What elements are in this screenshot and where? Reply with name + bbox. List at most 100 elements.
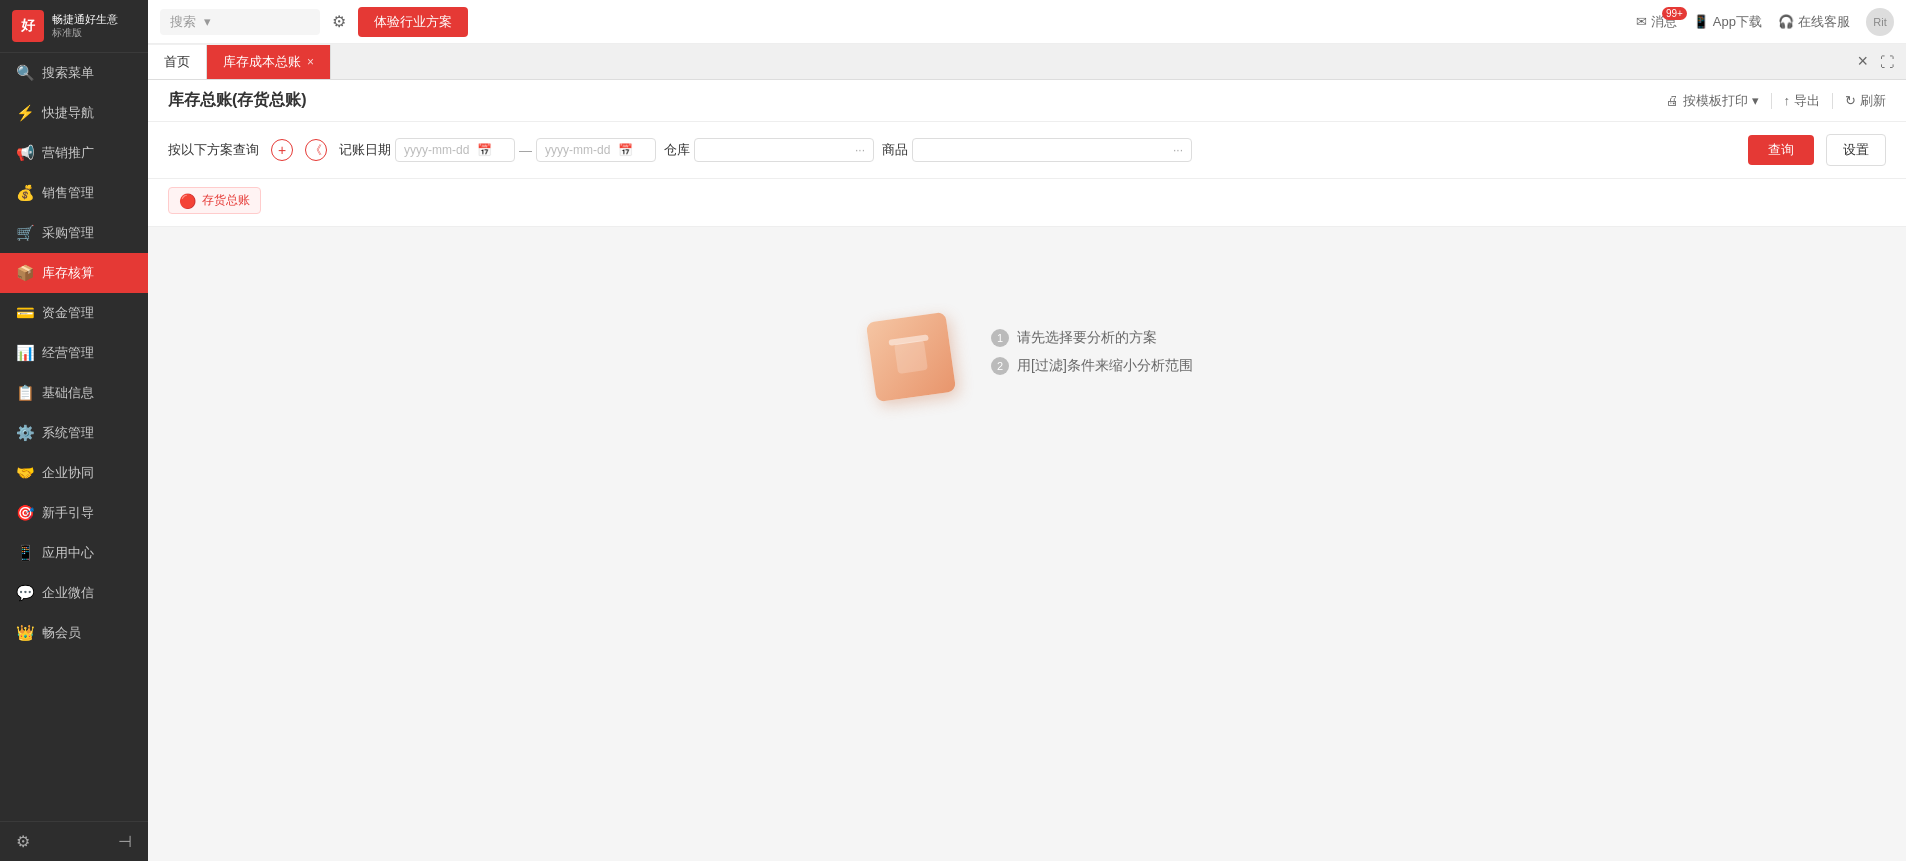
filter-subrow: 🔴 存货总账: [148, 179, 1906, 227]
money-icon: 💰: [16, 184, 34, 202]
online-label: 在线客服: [1798, 13, 1850, 31]
clipboard-icon: 📋: [16, 384, 34, 402]
filter-add-button[interactable]: +: [271, 139, 293, 161]
settings-button[interactable]: 设置: [1826, 134, 1886, 166]
filter-group: 记账日期 yyyy-mm-dd 📅 — yyyy-mm-dd 📅 仓库: [339, 138, 1736, 162]
chat-icon: 💬: [16, 584, 34, 602]
export-btn[interactable]: ↑ 导出: [1784, 92, 1821, 110]
app-label: App下载: [1713, 13, 1762, 31]
filter-bar: 按以下方案查询 + 《 记账日期 yyyy-mm-dd 📅 — yyyy-mm-…: [148, 122, 1906, 179]
tab-inventory-cost[interactable]: 库存成本总账 ×: [207, 45, 331, 79]
target-icon: 🎯: [16, 504, 34, 522]
sidebar-item-apps[interactable]: 📱 应用中心: [0, 533, 148, 573]
export-label: 导出: [1794, 92, 1820, 110]
print-dropdown-icon: ▾: [1752, 93, 1759, 108]
megaphone-icon: 📢: [16, 144, 34, 162]
product-label: 商品: [882, 141, 908, 159]
empty-content: 1 请先选择要分析的方案 2 用[过滤]条件来缩小分析范围: [861, 307, 1193, 407]
tab-inventory-cost-label: 库存成本总账: [223, 53, 301, 71]
query-button[interactable]: 查询: [1748, 135, 1814, 165]
product-filter-field: 商品 ···: [882, 138, 1192, 162]
industry-btn[interactable]: 体验行业方案: [358, 7, 468, 37]
panel-close-button[interactable]: ×: [1853, 51, 1872, 72]
sidebar-item-corp[interactable]: 🤝 企业协同: [0, 453, 148, 493]
logo-badge: 标准版: [52, 26, 118, 40]
msg-icon: ✉: [1636, 14, 1647, 29]
sidebar-footer: ⚙ ⊣: [0, 821, 148, 861]
phone-icon: 📱: [1693, 14, 1709, 29]
sidebar-item-label: 资金管理: [42, 304, 94, 322]
user-avatar[interactable]: Rit: [1866, 8, 1894, 36]
sidebar-item-label: 库存核算: [42, 264, 94, 282]
scheme-tag[interactable]: 🔴 存货总账: [168, 187, 261, 214]
empty-illustration: [861, 307, 961, 407]
sidebar-item-quicknav[interactable]: ⚡ 快捷导航: [0, 93, 148, 133]
topbar-gear-icon[interactable]: ⚙: [332, 12, 346, 31]
refresh-btn[interactable]: ↻ 刷新: [1845, 92, 1886, 110]
sidebar-item-inventory[interactable]: 📦 库存核算: [0, 253, 148, 293]
warehouse-input[interactable]: ···: [694, 138, 874, 162]
date-start-input[interactable]: yyyy-mm-dd 📅: [395, 138, 515, 162]
date-end-placeholder: yyyy-mm-dd: [545, 143, 610, 157]
tab-home-label: 首页: [164, 53, 190, 71]
date-separator: —: [519, 143, 532, 158]
logo-icon: 好: [12, 10, 44, 42]
print-btn[interactable]: 🖨 按模板打印 ▾: [1666, 92, 1759, 110]
export-icon: ↑: [1784, 93, 1791, 108]
msg-btn[interactable]: ✉ 消息 99+: [1636, 13, 1677, 31]
sidebar-item-member[interactable]: 👑 畅会员: [0, 613, 148, 653]
sidebar-item-purchase[interactable]: 🛒 采购管理: [0, 213, 148, 253]
sidebar-item-wechat[interactable]: 💬 企业微信: [0, 573, 148, 613]
product-input[interactable]: ···: [912, 138, 1192, 162]
tab-close-icon[interactable]: ×: [307, 55, 314, 69]
refresh-icon: ↻: [1845, 93, 1856, 108]
chart-icon: 📊: [16, 344, 34, 362]
page-header: 库存总账(存货总账) 🖨 按模板打印 ▾ ↑ 导出 ↻ 刷新: [148, 80, 1906, 122]
date-start-placeholder: yyyy-mm-dd: [404, 143, 469, 157]
sidebar-item-label: 系统管理: [42, 424, 94, 442]
cart-icon: 🛒: [16, 224, 34, 242]
scheme-label: 存货总账: [202, 192, 250, 209]
sidebar-logo: 好 畅捷通好生意 标准版: [0, 0, 148, 53]
sidebar-item-label: 畅会员: [42, 624, 81, 642]
refresh-label: 刷新: [1860, 92, 1886, 110]
page-title: 库存总账(存货总账): [168, 90, 307, 111]
mobile-icon: 📱: [16, 544, 34, 562]
settings-footer-icon[interactable]: ⚙: [16, 832, 30, 851]
divider-2: [1832, 93, 1833, 109]
online-service-btn[interactable]: 🎧 在线客服: [1778, 13, 1850, 31]
sidebar-item-guide[interactable]: 🎯 新手引导: [0, 493, 148, 533]
empty-tips: 1 请先选择要分析的方案 2 用[过滤]条件来缩小分析范围: [991, 329, 1193, 385]
date-label: 记账日期: [339, 141, 391, 159]
search-dropdown-icon: ▾: [204, 14, 211, 29]
avatar-text: Rit: [1873, 16, 1886, 28]
date-end-input[interactable]: yyyy-mm-dd 📅: [536, 138, 656, 162]
tip-text-2: 用[过滤]条件来缩小分析范围: [1017, 357, 1193, 375]
content-area: 库存总账(存货总账) 🖨 按模板打印 ▾ ↑ 导出 ↻ 刷新: [148, 80, 1906, 861]
sidebar-item-label: 应用中心: [42, 544, 94, 562]
panel-expand-button[interactable]: ⛶: [1876, 54, 1898, 70]
sidebar-item-label: 搜索菜单: [42, 64, 94, 82]
sidebar-item-basic[interactable]: 📋 基础信息: [0, 373, 148, 413]
sidebar-item-system[interactable]: ⚙️ 系统管理: [0, 413, 148, 453]
tip-item-1: 1 请先选择要分析的方案: [991, 329, 1193, 347]
collapse-sidebar-icon[interactable]: ⊣: [118, 832, 132, 851]
box-icon: 📦: [16, 264, 34, 282]
sidebar-item-sales[interactable]: 💰 销售管理: [0, 173, 148, 213]
logo-text-block: 畅捷通好生意 标准版: [52, 12, 118, 40]
sidebar-item-label: 企业微信: [42, 584, 94, 602]
topbar-search[interactable]: 搜索 ▾: [160, 9, 320, 35]
sidebar-item-search[interactable]: 🔍 搜索菜单: [0, 53, 148, 93]
sidebar-item-operation[interactable]: 📊 经营管理: [0, 333, 148, 373]
scheme-icon: 🔴: [179, 193, 196, 209]
tabbar: 首页 库存成本总账 × × ⛶: [148, 44, 1906, 80]
tab-home[interactable]: 首页: [148, 45, 207, 79]
lightning-icon: ⚡: [16, 104, 34, 122]
crown-icon: 👑: [16, 624, 34, 642]
sidebar-item-finance[interactable]: 💳 资金管理: [0, 293, 148, 333]
filter-collapse-button[interactable]: 《: [305, 139, 327, 161]
main-area: 搜索 ▾ ⚙ 体验行业方案 ✉ 消息 99+ 📱 App下载 🎧 在线客服 Ri…: [148, 0, 1906, 861]
sidebar-item-marketing[interactable]: 📢 营销推广: [0, 133, 148, 173]
app-download-btn[interactable]: 📱 App下载: [1693, 13, 1762, 31]
sidebar-item-label: 新手引导: [42, 504, 94, 522]
